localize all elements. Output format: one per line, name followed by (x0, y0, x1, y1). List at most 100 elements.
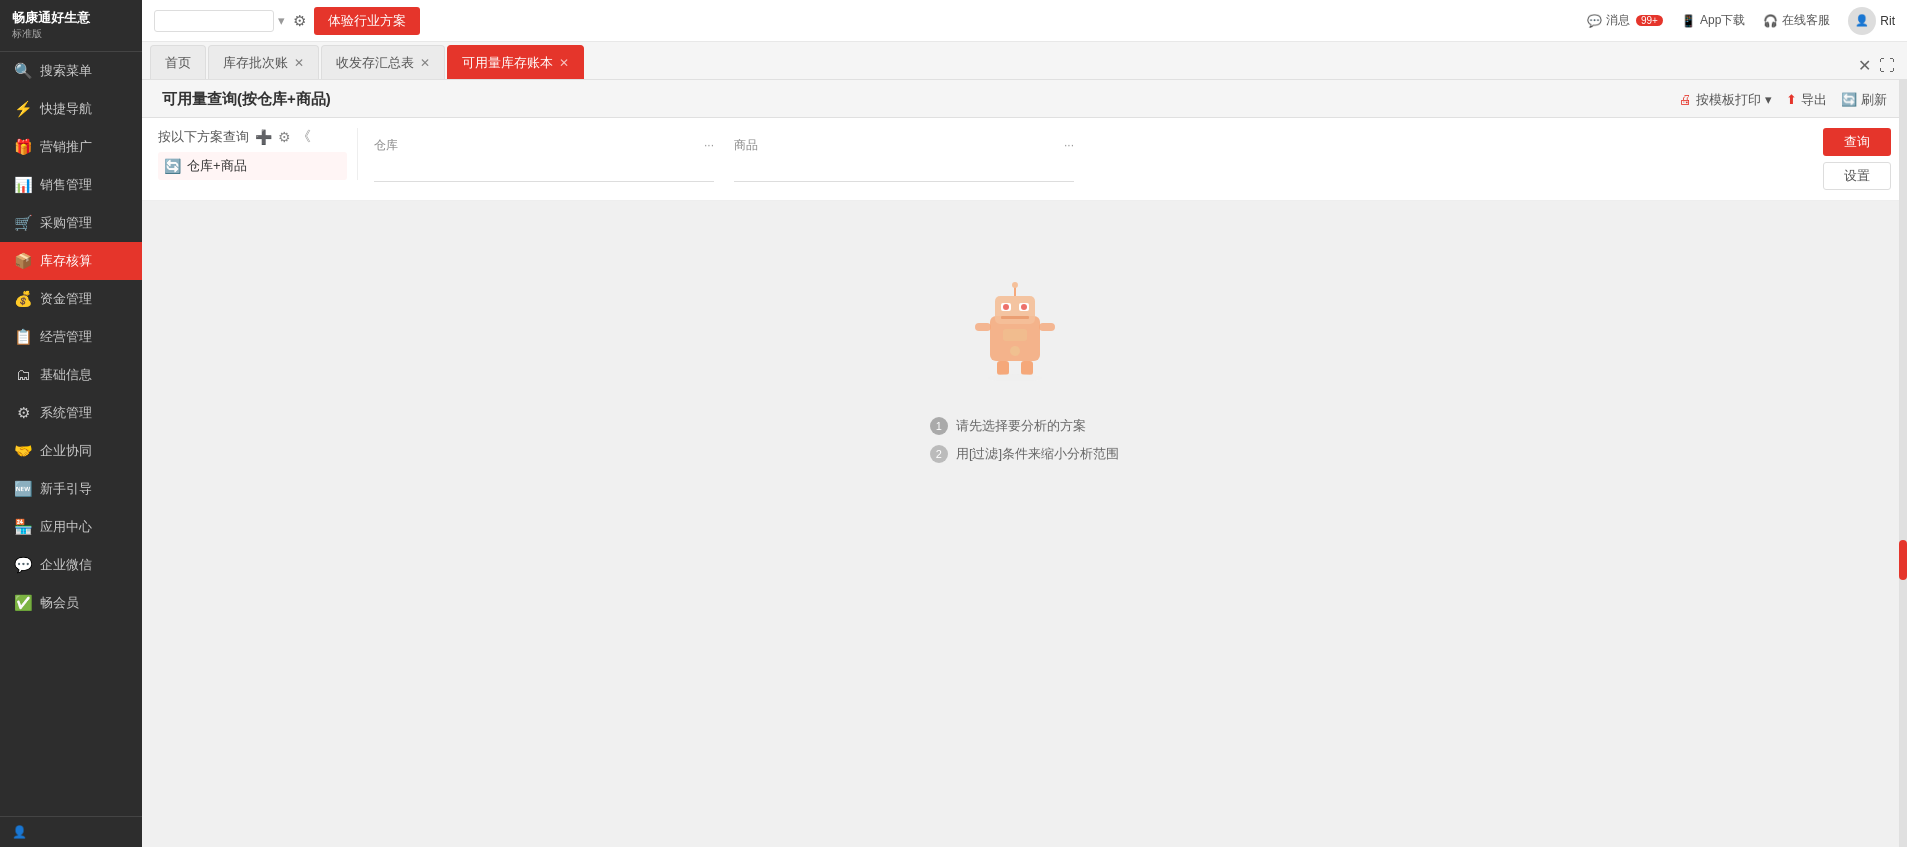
sidebar-item-member[interactable]: ✅ 畅会员 (0, 584, 142, 622)
export-button[interactable]: ⬆ 导出 (1786, 91, 1827, 109)
service-icon: 🎧 (1763, 14, 1778, 28)
sidebar-item-label: 搜索菜单 (40, 62, 92, 80)
filter-area: 按以下方案查询 ➕ ⚙ 《 🔄 仓库+商品 仓库 ··· (142, 118, 1907, 201)
wechat-icon: 💬 (14, 556, 32, 574)
tab-available-account-close[interactable]: ✕ (559, 56, 569, 70)
app-subtitle: 标准版 (12, 27, 130, 41)
sidebar-item-inventory[interactable]: 📦 库存核算 (0, 242, 142, 280)
tip-number-2: 2 (930, 445, 948, 463)
sidebar-item-label: 基础信息 (40, 366, 92, 384)
query-button[interactable]: 查询 (1823, 128, 1891, 156)
user-name: Rit (1880, 14, 1895, 28)
goods-more-button[interactable]: ··· (1064, 138, 1074, 152)
sidebar-item-label: 应用中心 (40, 518, 92, 536)
cooperation-icon: 🤝 (14, 442, 32, 460)
topbar-search-input[interactable] (154, 10, 274, 32)
refresh-label: 刷新 (1861, 91, 1887, 109)
tip-number-1: 1 (930, 417, 948, 435)
appcenter-icon: 🏪 (14, 518, 32, 536)
svg-point-15 (987, 374, 1043, 381)
empty-tip-2: 2 用[过滤]条件来缩小分析范围 (930, 445, 1119, 463)
avatar: 👤 (1848, 7, 1876, 35)
print-label: 按模板打印 (1696, 91, 1761, 109)
svg-point-4 (1003, 304, 1009, 310)
goods-input[interactable] (734, 158, 1074, 182)
topbar-search: ▾ (154, 10, 285, 32)
basic-icon: 🗂 (14, 366, 32, 383)
sidebar-bottom: 👤 (0, 816, 142, 847)
settings-button[interactable]: 设置 (1823, 162, 1891, 190)
svg-rect-10 (1021, 361, 1033, 375)
sidebar-item-appcenter[interactable]: 🏪 应用中心 (0, 508, 142, 546)
refresh-button[interactable]: 🔄 刷新 (1841, 91, 1887, 109)
svg-rect-1 (995, 296, 1035, 324)
member-icon: ✅ (14, 594, 32, 612)
sidebar-item-basic[interactable]: 🗂 基础信息 (0, 356, 142, 394)
sidebar-item-guide[interactable]: 🆕 新手引导 (0, 470, 142, 508)
sidebar-item-search[interactable]: 🔍 搜索菜单 (0, 52, 142, 90)
main-content: ▾ ⚙ 体验行业方案 💬 消息 99+ 📱 App下载 🎧 在线客服 👤 Rit (142, 0, 1907, 847)
empty-state: 1 请先选择要分析的方案 2 用[过滤]条件来缩小分析范围 (142, 201, 1907, 543)
app-download-button[interactable]: 📱 App下载 (1681, 12, 1745, 29)
sidebar-item-marketing[interactable]: 🎁 营销推广 (0, 128, 142, 166)
right-scrollbar[interactable] (1899, 80, 1907, 847)
topbar-gear-icon[interactable]: ⚙ (293, 12, 306, 30)
online-service-button[interactable]: 🎧 在线客服 (1763, 12, 1830, 29)
industry-solution-button[interactable]: 体验行业方案 (314, 7, 420, 35)
edit-scheme-button[interactable]: ⚙ (278, 129, 291, 145)
print-button[interactable]: 🖨 按模板打印 ▾ (1679, 91, 1772, 109)
page-header-actions: 🖨 按模板打印 ▾ ⬆ 导出 🔄 刷新 (1679, 91, 1887, 109)
tab-home[interactable]: 首页 (150, 45, 206, 79)
tab-batch-account-label: 库存批次账 (223, 54, 288, 72)
tab-home-label: 首页 (165, 54, 191, 72)
sidebar: 畅康通好生意 标准版 🔍 搜索菜单 ⚡ 快捷导航 🎁 营销推广 📊 销售管理 🛒… (0, 0, 142, 847)
goods-field: 商品 ··· (734, 137, 1074, 182)
shortcut-icon: ⚡ (14, 100, 32, 118)
sidebar-item-purchase[interactable]: 🛒 采购管理 (0, 204, 142, 242)
sidebar-item-system[interactable]: ⚙ 系统管理 (0, 394, 142, 432)
tab-collect-account-close[interactable]: ✕ (420, 56, 430, 70)
tab-available-account[interactable]: 可用量库存账本 ✕ (447, 45, 584, 79)
sidebar-item-shortcut[interactable]: ⚡ 快捷导航 (0, 90, 142, 128)
tab-batch-account-close[interactable]: ✕ (294, 56, 304, 70)
tab-batch-account[interactable]: 库存批次账 ✕ (208, 45, 319, 79)
warehouse-more-button[interactable]: ··· (704, 138, 714, 152)
tab-close-all-button[interactable]: ✕ (1858, 56, 1871, 75)
tab-expand-button[interactable]: ⛶ (1879, 57, 1895, 75)
empty-state-visual (965, 281, 1085, 401)
add-scheme-button[interactable]: ➕ (255, 129, 272, 145)
sidebar-item-label: 企业微信 (40, 556, 92, 574)
page-header: 可用量查询(按仓库+商品) 🖨 按模板打印 ▾ ⬆ 导出 🔄 刷新 (142, 80, 1907, 118)
warehouse-input[interactable] (374, 158, 714, 182)
empty-tip-1: 1 请先选择要分析的方案 (930, 417, 1119, 435)
tip-text-2: 用[过滤]条件来缩小分析范围 (956, 445, 1119, 463)
sidebar-item-sales[interactable]: 📊 销售管理 (0, 166, 142, 204)
sidebar-item-operation[interactable]: 📋 经营管理 (0, 318, 142, 356)
sidebar-bottom-icon: 👤 (12, 825, 27, 839)
goods-label: 商品 (734, 137, 758, 154)
guide-icon: 🆕 (14, 480, 32, 498)
user-info[interactable]: 👤 Rit (1848, 7, 1895, 35)
empty-robot-illustration (965, 281, 1065, 381)
sidebar-item-cooperation[interactable]: 🤝 企业协同 (0, 432, 142, 470)
print-dropdown-icon[interactable]: ▾ (1765, 92, 1772, 107)
topbar-dropdown-icon[interactable]: ▾ (278, 13, 285, 28)
sidebar-item-wechat[interactable]: 💬 企业微信 (0, 546, 142, 584)
svg-rect-6 (1001, 316, 1029, 319)
marketing-icon: 🎁 (14, 138, 32, 156)
empty-tips: 1 请先选择要分析的方案 2 用[过滤]条件来缩小分析范围 (930, 417, 1119, 463)
page-title: 可用量查询(按仓库+商品) (162, 90, 331, 109)
filter-fields: 仓库 ··· 商品 ··· 查询 设置 (358, 128, 1891, 190)
message-button[interactable]: 💬 消息 99+ (1587, 12, 1663, 29)
tab-collect-account[interactable]: 收发存汇总表 ✕ (321, 45, 445, 79)
app-download-label: App下载 (1700, 12, 1745, 29)
sidebar-item-label: 新手引导 (40, 480, 92, 498)
page-content: 可用量查询(按仓库+商品) 🖨 按模板打印 ▾ ⬆ 导出 🔄 刷新 (142, 80, 1907, 847)
sidebar-logo: 畅康通好生意 标准版 (0, 0, 142, 52)
scheme-item-label: 仓库+商品 (187, 157, 247, 175)
message-label: 消息 (1606, 12, 1630, 29)
collapse-scheme-button[interactable]: 《 (297, 128, 311, 146)
sidebar-item-label: 库存核算 (40, 252, 92, 270)
sidebar-item-finance[interactable]: 💰 资金管理 (0, 280, 142, 318)
scheme-item-warehouse-goods[interactable]: 🔄 仓库+商品 (158, 152, 347, 180)
